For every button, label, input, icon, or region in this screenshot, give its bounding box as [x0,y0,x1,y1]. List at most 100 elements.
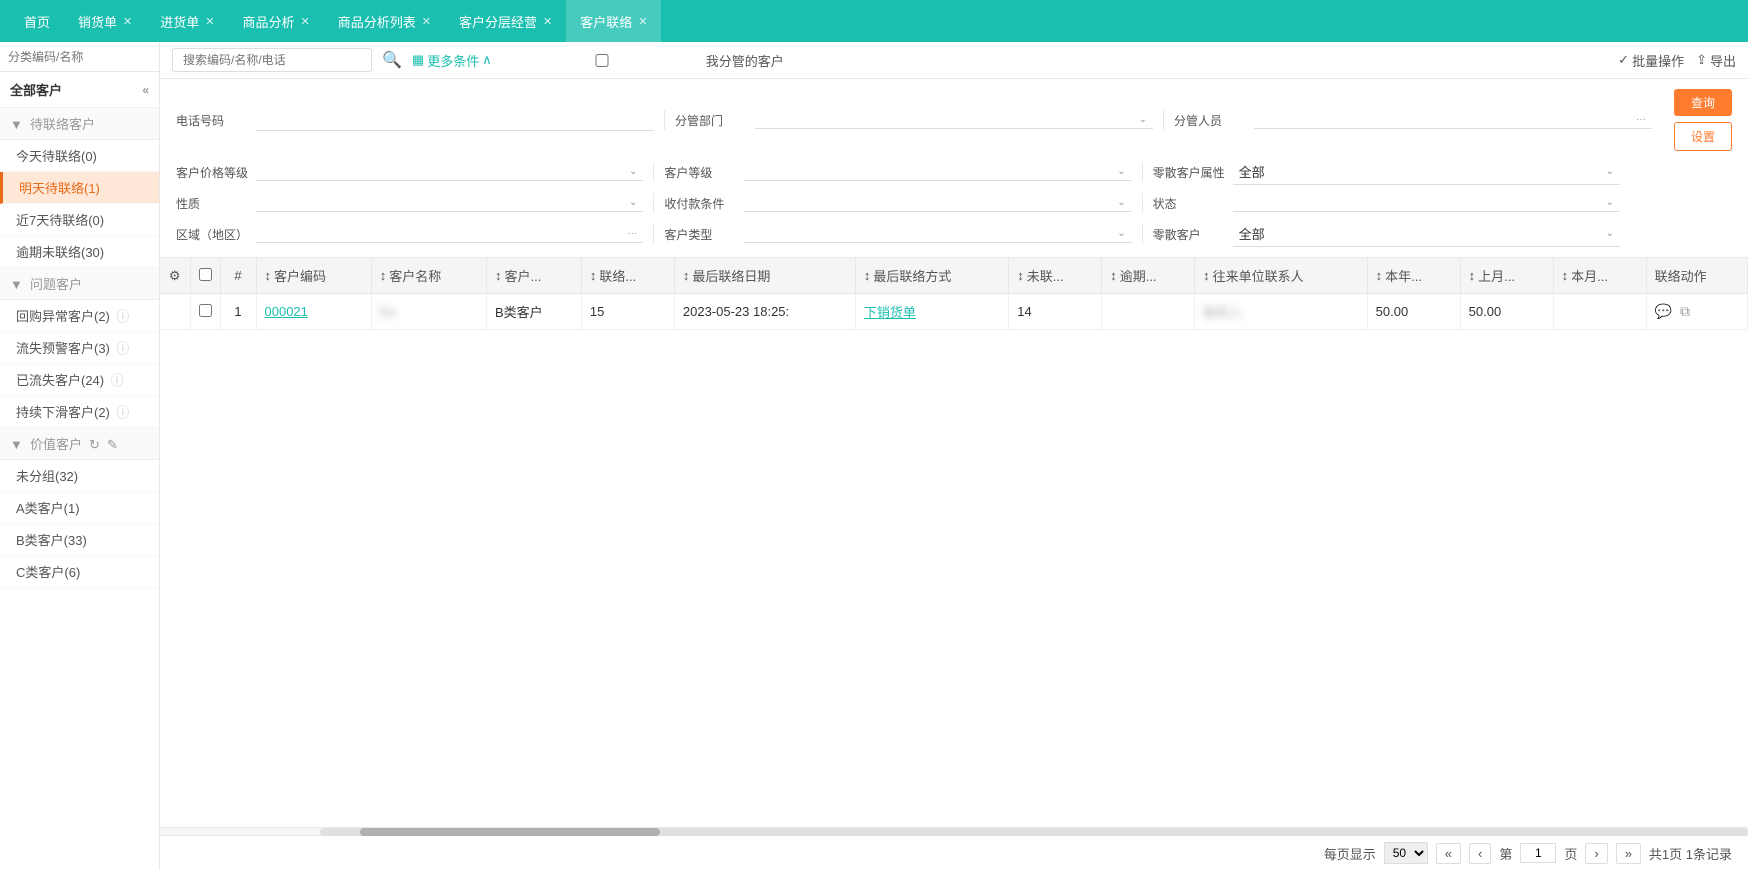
sort-icon-6: ↕ [864,268,871,283]
value-edit-icon[interactable]: ✎ [107,437,118,452]
chevron-up-icon: ∧ [482,52,492,68]
settings-button[interactable]: 设置 [1674,122,1732,151]
filter-select-manager[interactable]: ··· [1254,111,1652,129]
last-page-button[interactable]: » [1616,843,1641,864]
action-icons: 💬 ⧉ [1655,303,1739,320]
nav-product-analysis-list[interactable]: 商品分析列表 ✕ [324,0,445,42]
th-num: # [220,258,256,294]
filter-select-region[interactable]: ··· [256,225,643,243]
close-product-analysis[interactable]: ✕ [301,15,310,28]
filter-actions: 查询 设置 [1674,89,1732,151]
search-input[interactable] [172,48,372,72]
filter-select-payment[interactable]: ⌄ [744,194,1131,212]
chevron-down-icon-7: ⌄ [1606,197,1614,208]
filter-select-retail-attr[interactable]: 全部 ⌄ [1233,159,1620,185]
my-customers-check[interactable] [502,54,702,67]
sidebar-item-class-c[interactable]: C类客户(6) [0,556,159,588]
chevron-down-icon-4: ⌄ [1606,166,1614,177]
chevron-down-icon-5: ⌄ [629,197,637,208]
nav-purchase-order[interactable]: 进货单 ✕ [146,0,228,42]
sidebar-item-ungrouped[interactable]: 未分组(32) [0,460,159,492]
td-unit-contacts: 联系人 [1195,294,1368,330]
filter-select-customer-type[interactable]: ⌄ [744,225,1131,243]
sidebar-item-class-a[interactable]: A类客户(1) [0,492,159,524]
filter-label-region: 区域（地区） [176,226,256,243]
chevron-down-icon-8: ⌄ [1117,228,1125,239]
filter-select-status[interactable]: ⌄ [1233,194,1620,212]
close-sales-order[interactable]: ✕ [123,15,132,28]
td-check[interactable] [190,294,220,330]
td-overdue [1102,294,1195,330]
filter-row-3: 性质 ⌄ 收付款条件 ⌄ 状态 [176,193,1732,213]
close-customer-tier[interactable]: ✕ [543,15,552,28]
nav-sales-order[interactable]: 销货单 ✕ [64,0,146,42]
th-unit-contacts: ↕ 往来单位联系人 [1195,258,1368,294]
filter-input-phone[interactable] [256,110,654,131]
search-button[interactable]: 🔍 [382,50,402,70]
nav-product-analysis[interactable]: 商品分析 ✕ [228,0,323,42]
td-this-year: 50.00 [1367,294,1460,330]
info-icon-churned: ⓘ [110,373,123,388]
sidebar-item-7days-contact[interactable]: 近7天待联络(0) [0,204,159,236]
export-button[interactable]: ⇪ 导出 [1696,51,1736,70]
grid-icon[interactable]: ⧉ [1680,303,1690,320]
nav-customer-contact[interactable]: 客户联络 ✕ [566,0,661,42]
message-icon[interactable]: 💬 [1655,303,1672,320]
filter-label-gender: 性质 [176,195,256,212]
sidebar-all-customers[interactable]: 全部客户 « [0,72,159,108]
th-settings[interactable]: ⚙ [160,258,190,294]
sidebar-item-churned[interactable]: 已流失客户(24) ⓘ [0,364,159,396]
horizontal-scrollbar[interactable] [160,827,1748,835]
sidebar-item-continuous-decline[interactable]: 持续下滑客户(2) ⓘ [0,396,159,428]
nav-home[interactable]: 首页 [10,0,64,42]
my-customers-checkbox[interactable]: 我分管的客户 [502,51,784,70]
close-product-analysis-list[interactable]: ✕ [422,15,431,28]
per-page-select[interactable]: 50 [1384,842,1428,864]
filter-label-customer-type: 客户类型 [664,226,744,243]
sidebar-item-overdue-contact[interactable]: 逾期未联络(30) [0,236,159,268]
row-checkbox[interactable] [199,304,212,317]
settings-icon[interactable]: ⚙ [169,268,181,283]
value-refresh-icon[interactable]: ↻ [89,437,100,452]
content-area: 🔍 ▦ 更多条件 ∧ 我分管的客户 ✓ 批量操作 ⇪ 导出 [160,42,1748,870]
filter-select-dept[interactable]: ⌄ [755,111,1153,129]
prev-page-button[interactable]: ‹ [1469,843,1491,864]
sort-icon-2: ↕ [380,268,387,283]
th-name: ↕ 客户名称 [371,258,486,294]
sidebar-item-tomorrow-contact[interactable]: 明天待联络(1) [0,172,159,204]
query-button[interactable]: 查询 [1674,89,1732,116]
filter-select-customer-grade[interactable]: ⌄ [744,163,1131,181]
sidebar-item-churn-warning[interactable]: 流失预警客户(3) ⓘ [0,332,159,364]
sidebar-item-today-contact[interactable]: 今天待联络(0) [0,140,159,172]
next-page-button[interactable]: › [1585,843,1607,864]
th-check[interactable] [190,258,220,294]
close-purchase-order[interactable]: ✕ [205,15,214,28]
filter-select-value-grade[interactable]: ⌄ [256,163,643,181]
sidebar-item-repurchase-abnormal[interactable]: 回购异常客户(2) ⓘ [0,300,159,332]
td-last-method[interactable]: 下销货单 [855,294,1008,330]
batch-operation-button[interactable]: ✓ 批量操作 [1618,51,1684,70]
filter-field-customer-grade: 客户等级 ⌄ [664,163,1131,181]
filter-select-retail-customer[interactable]: 全部 ⌄ [1233,221,1620,247]
sidebar-search-input[interactable] [8,50,160,64]
page-input[interactable] [1520,843,1556,863]
filter-field-value-grade: 客户价格等级 ⌄ [176,163,643,181]
filter-row-4: 区域（地区） ··· 客户类型 ⌄ 零散客户 [176,221,1732,247]
filter-field-manager: 分管人员 ··· [1174,111,1652,129]
info-icon-repurchase: ⓘ [116,309,129,324]
top-navigation: 首页 销货单 ✕ 进货单 ✕ 商品分析 ✕ 商品分析列表 ✕ 客户分层经营 ✕ … [0,0,1748,42]
td-code[interactable]: 000021 [256,294,371,330]
close-customer-contact[interactable]: ✕ [638,15,647,28]
filter-field-retail-customer: 零散客户 全部 ⌄ [1153,221,1620,247]
filter-select-gender[interactable]: ⌄ [256,194,643,212]
table-header-row: ⚙ # ↕ 客户编码 [160,258,1748,294]
sidebar-item-class-b[interactable]: B类客户(33) [0,524,159,556]
select-all-checkbox[interactable] [199,268,212,281]
first-page-button[interactable]: « [1436,843,1461,864]
export-icon: ⇪ [1696,52,1707,68]
filter-field-retail-attr: 零散客户属性 全部 ⌄ [1153,159,1620,185]
more-conditions-button[interactable]: ▦ 更多条件 ∧ [412,51,492,70]
td-contacts: 15 [581,294,674,330]
filter-field-gender: 性质 ⌄ [176,194,643,212]
nav-customer-tier[interactable]: 客户分层经营 ✕ [445,0,566,42]
